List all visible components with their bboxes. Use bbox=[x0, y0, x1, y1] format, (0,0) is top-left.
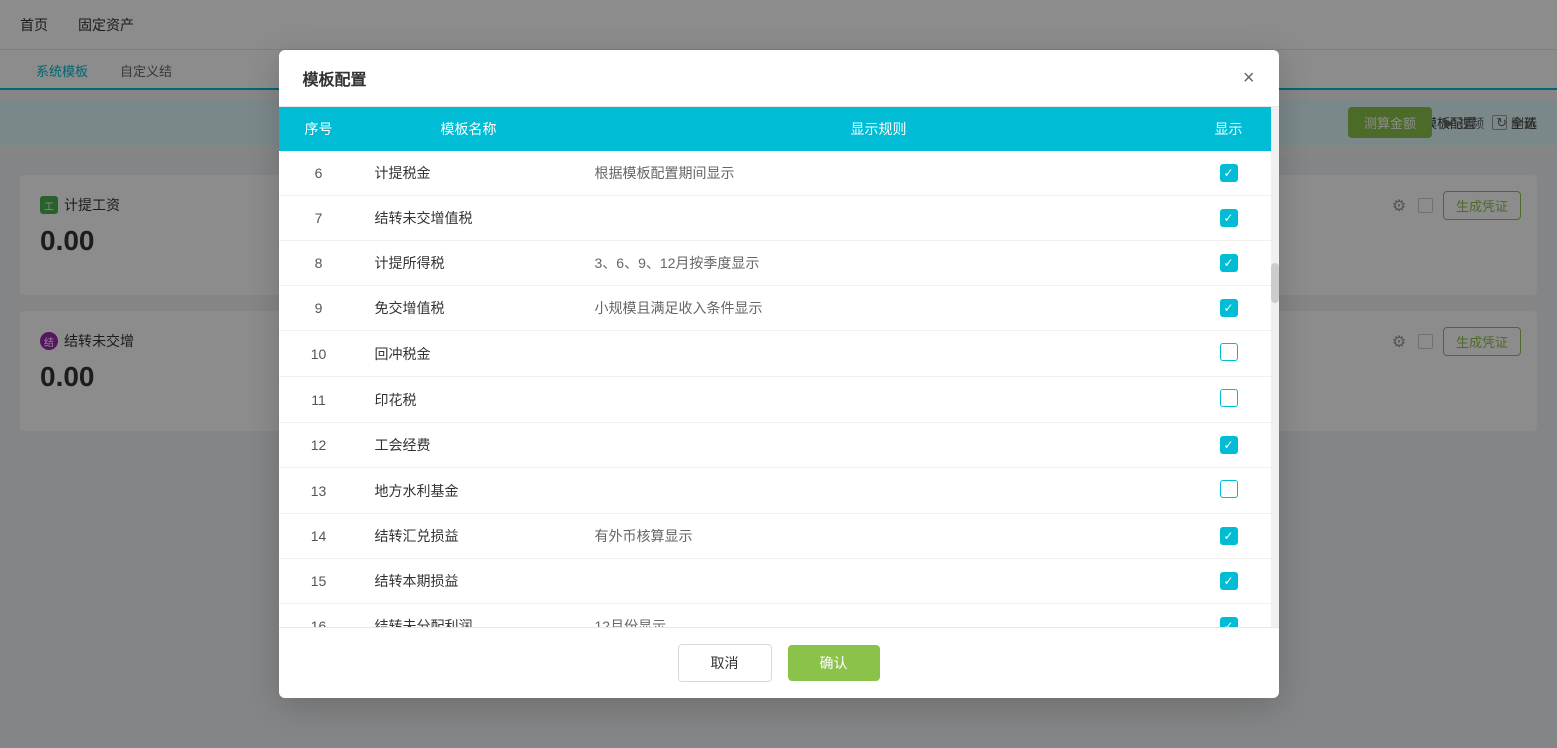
row-display[interactable] bbox=[1179, 377, 1279, 423]
row-rule: 12月份显示 bbox=[579, 604, 1179, 628]
row-rule bbox=[579, 196, 1179, 241]
row-name: 回冲税金 bbox=[359, 331, 579, 377]
row-name: 计提所得税 bbox=[359, 241, 579, 286]
col-header-display: 显示 bbox=[1179, 107, 1279, 151]
row-name: 免交增值税 bbox=[359, 286, 579, 331]
modal-overlay: 模板配置 × 序号 模板名称 显示规则 显示 6计提税金根据模板配置期间显示7结… bbox=[0, 0, 1557, 748]
row-checkbox[interactable] bbox=[1220, 436, 1238, 454]
row-checkbox[interactable] bbox=[1220, 572, 1238, 590]
row-id: 11 bbox=[279, 377, 359, 423]
row-checkbox[interactable] bbox=[1220, 164, 1238, 182]
row-name: 计提税金 bbox=[359, 151, 579, 196]
row-display[interactable] bbox=[1179, 514, 1279, 559]
scrollbar[interactable] bbox=[1271, 107, 1279, 627]
row-id: 13 bbox=[279, 468, 359, 514]
row-rule bbox=[579, 468, 1179, 514]
row-rule bbox=[579, 331, 1179, 377]
row-checkbox[interactable] bbox=[1220, 617, 1238, 627]
col-header-rule: 显示规则 bbox=[579, 107, 1179, 151]
table-scroll-area[interactable]: 序号 模板名称 显示规则 显示 6计提税金根据模板配置期间显示7结转未交增值税8… bbox=[279, 107, 1279, 627]
row-name: 工会经费 bbox=[359, 423, 579, 468]
row-id: 9 bbox=[279, 286, 359, 331]
table-row: 13地方水利基金 bbox=[279, 468, 1279, 514]
table-row: 14结转汇兑损益有外币核算显示 bbox=[279, 514, 1279, 559]
row-id: 15 bbox=[279, 559, 359, 604]
row-display[interactable] bbox=[1179, 604, 1279, 628]
row-id: 14 bbox=[279, 514, 359, 559]
row-display[interactable] bbox=[1179, 151, 1279, 196]
table-row: 9免交增值税小规模且满足收入条件显示 bbox=[279, 286, 1279, 331]
row-checkbox[interactable] bbox=[1220, 480, 1238, 498]
row-id: 10 bbox=[279, 331, 359, 377]
row-rule: 有外币核算显示 bbox=[579, 514, 1179, 559]
row-rule: 根据模板配置期间显示 bbox=[579, 151, 1179, 196]
row-name: 结转本期损益 bbox=[359, 559, 579, 604]
modal-close-button[interactable]: × bbox=[1243, 68, 1255, 88]
table-row: 11印花税 bbox=[279, 377, 1279, 423]
confirm-button[interactable]: 确认 bbox=[788, 645, 880, 681]
row-checkbox[interactable] bbox=[1220, 389, 1238, 407]
modal-footer: 取消 确认 bbox=[279, 627, 1279, 698]
row-checkbox[interactable] bbox=[1220, 254, 1238, 272]
row-id: 12 bbox=[279, 423, 359, 468]
modal-header: 模板配置 × bbox=[279, 50, 1279, 107]
row-id: 8 bbox=[279, 241, 359, 286]
col-header-id: 序号 bbox=[279, 107, 359, 151]
row-checkbox[interactable] bbox=[1220, 209, 1238, 227]
table-row: 15结转本期损益 bbox=[279, 559, 1279, 604]
row-name: 印花税 bbox=[359, 377, 579, 423]
row-rule: 3、6、9、12月按季度显示 bbox=[579, 241, 1179, 286]
table-row: 6计提税金根据模板配置期间显示 bbox=[279, 151, 1279, 196]
cancel-button[interactable]: 取消 bbox=[678, 644, 772, 682]
row-rule: 小规模且满足收入条件显示 bbox=[579, 286, 1179, 331]
row-name: 结转汇兑损益 bbox=[359, 514, 579, 559]
row-display[interactable] bbox=[1179, 423, 1279, 468]
table-row: 12工会经费 bbox=[279, 423, 1279, 468]
row-rule bbox=[579, 377, 1179, 423]
config-table: 序号 模板名称 显示规则 显示 6计提税金根据模板配置期间显示7结转未交增值税8… bbox=[279, 107, 1279, 627]
col-header-name: 模板名称 bbox=[359, 107, 579, 151]
row-checkbox[interactable] bbox=[1220, 299, 1238, 317]
row-display[interactable] bbox=[1179, 331, 1279, 377]
row-rule bbox=[579, 559, 1179, 604]
row-name: 结转未分配利润 bbox=[359, 604, 579, 628]
row-id: 7 bbox=[279, 196, 359, 241]
row-checkbox[interactable] bbox=[1220, 527, 1238, 545]
row-rule bbox=[579, 423, 1179, 468]
row-id: 6 bbox=[279, 151, 359, 196]
table-body: 6计提税金根据模板配置期间显示7结转未交增值税8计提所得税3、6、9、12月按季… bbox=[279, 151, 1279, 627]
row-name: 结转未交增值税 bbox=[359, 196, 579, 241]
row-display[interactable] bbox=[1179, 468, 1279, 514]
modal-title: 模板配置 bbox=[303, 66, 367, 90]
row-display[interactable] bbox=[1179, 286, 1279, 331]
row-display[interactable] bbox=[1179, 559, 1279, 604]
table-row: 8计提所得税3、6、9、12月按季度显示 bbox=[279, 241, 1279, 286]
row-checkbox[interactable] bbox=[1220, 343, 1238, 361]
scrollbar-thumb[interactable] bbox=[1271, 263, 1279, 303]
row-display[interactable] bbox=[1179, 196, 1279, 241]
table-header: 序号 模板名称 显示规则 显示 bbox=[279, 107, 1279, 151]
row-display[interactable] bbox=[1179, 241, 1279, 286]
table-row: 16结转未分配利润12月份显示 bbox=[279, 604, 1279, 628]
row-name: 地方水利基金 bbox=[359, 468, 579, 514]
table-row: 7结转未交增值税 bbox=[279, 196, 1279, 241]
table-row: 10回冲税金 bbox=[279, 331, 1279, 377]
modal-template-config: 模板配置 × 序号 模板名称 显示规则 显示 6计提税金根据模板配置期间显示7结… bbox=[279, 50, 1279, 698]
row-id: 16 bbox=[279, 604, 359, 628]
